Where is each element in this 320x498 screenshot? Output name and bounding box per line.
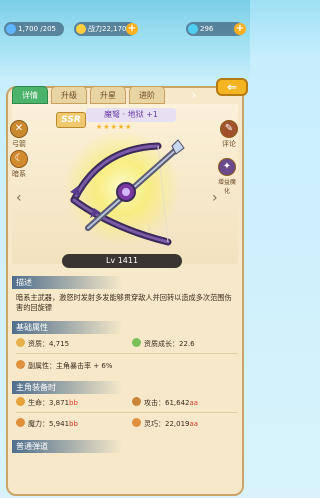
heart-icon xyxy=(16,397,25,406)
gems-pill: 296 + xyxy=(186,22,246,36)
hp-label: 生命： xyxy=(28,399,49,407)
equip-stats-section-title: 主角装备时 xyxy=(12,381,122,394)
growth-label: 资质成长： xyxy=(144,340,179,348)
attack-suffix: aa xyxy=(189,399,199,407)
next-item-chevron-icon[interactable]: › xyxy=(212,190,218,206)
growth-stat: 资质成长：22.6 xyxy=(132,338,195,350)
magic-value: 5,941 xyxy=(49,420,70,428)
hp-value: 3,871 xyxy=(49,399,70,407)
divider xyxy=(16,412,238,413)
level-bar: Lv 1411 xyxy=(62,254,182,268)
magic-label: 魔力： xyxy=(28,420,49,428)
review-label: 评论 xyxy=(222,140,236,148)
energy-value: 1,700 /205 xyxy=(18,25,56,33)
divider xyxy=(16,353,238,354)
chat-icon: ✎ xyxy=(220,120,238,138)
weapon-type-label: 弓箭 xyxy=(12,140,26,148)
weapon-crossbow-art xyxy=(64,132,185,248)
prev-item-chevron-icon[interactable]: ‹ xyxy=(16,190,22,206)
energy-icon xyxy=(6,24,16,34)
sub-attribute-icon xyxy=(16,360,25,369)
magic-suffix: bb xyxy=(69,420,78,428)
gem-icon xyxy=(188,24,198,34)
rarity-badge: SSR xyxy=(56,112,86,128)
quality-icon xyxy=(16,338,25,347)
sword-icon xyxy=(132,397,141,406)
sub-attribute-label: 副属性： xyxy=(28,362,56,370)
review-button[interactable]: ✎ 评论 xyxy=(218,120,240,154)
energy-pill[interactable]: 1,700 /205 xyxy=(4,22,64,36)
item-name: 魔弩 · 地狱 +1 xyxy=(86,108,176,122)
description-text: 暗系主武器，激怒时发射多发能够贯穿敌人并回转以造成多次范围伤害的回旋镖 xyxy=(16,293,232,312)
quality-value: 4,715 xyxy=(49,340,70,348)
top-status-bar: 1,700 /205 战力22,170 + 296 + xyxy=(0,0,250,80)
hp-stat: 生命：3,871bb xyxy=(16,397,78,409)
feather-icon xyxy=(132,418,141,427)
base-stats-section-title: 基础属性 xyxy=(12,321,122,334)
back-button[interactable]: ⇐ xyxy=(216,78,248,96)
element-button[interactable]: ☾ 暗系 xyxy=(8,150,30,184)
enchant-icon: ✦ xyxy=(218,158,236,176)
magic-icon xyxy=(16,418,25,427)
agility-stat: 灵巧：22,019aa xyxy=(132,418,198,430)
sub-attribute-stat: 副属性：主角暴击率 + 6% xyxy=(16,360,112,372)
hp-suffix: bb xyxy=(69,399,78,407)
growth-icon xyxy=(132,338,141,347)
attack-label: 攻击： xyxy=(144,399,165,407)
tab-details[interactable]: 详情 xyxy=(12,86,48,104)
attack-value: 61,642 xyxy=(165,399,190,407)
power-pill: 战力22,170 + xyxy=(74,22,138,36)
agility-label: 灵巧： xyxy=(144,420,165,428)
agility-suffix: aa xyxy=(189,420,199,428)
tab-bar: 详情 升级 升星 进阶 xyxy=(12,86,165,104)
quality-stat: 资质：4,715 xyxy=(16,338,69,350)
add-gems-button[interactable]: + xyxy=(234,23,246,35)
agility-value: 22,019 xyxy=(165,420,190,428)
element-label: 暗系 xyxy=(12,170,26,178)
power-value: 战力22,170 xyxy=(88,25,127,33)
sub-attribute-value: 主角暴击率 + 6% xyxy=(56,362,113,370)
tab-star-up[interactable]: 升星 xyxy=(90,86,126,104)
normal-projectile-section-title: 普通弹道 xyxy=(12,440,122,453)
enchant-button[interactable]: ✦ 增益魔化 xyxy=(216,158,238,195)
bow-icon: ✕ xyxy=(10,120,28,138)
gems-value: 296 xyxy=(200,25,214,33)
tab-more-chevron-icon[interactable]: › xyxy=(188,86,200,104)
growth-value: 22.6 xyxy=(179,340,195,348)
magic-stat: 魔力：5,941bb xyxy=(16,418,78,430)
quality-label: 资质： xyxy=(28,340,49,348)
power-icon xyxy=(76,24,86,34)
tab-upgrade[interactable]: 升级 xyxy=(51,86,87,104)
attack-stat: 攻击：61,642aa xyxy=(132,397,198,409)
description-section-title: 描述 xyxy=(12,276,122,289)
moon-icon: ☾ xyxy=(10,150,28,168)
weapon-type-button[interactable]: ✕ 弓箭 xyxy=(8,120,30,154)
add-power-button[interactable]: + xyxy=(126,23,138,35)
enchant-label: 增益魔化 xyxy=(217,179,236,195)
back-arrow-icon: ⇐ xyxy=(226,80,238,94)
tab-advance[interactable]: 进阶 xyxy=(129,86,165,104)
